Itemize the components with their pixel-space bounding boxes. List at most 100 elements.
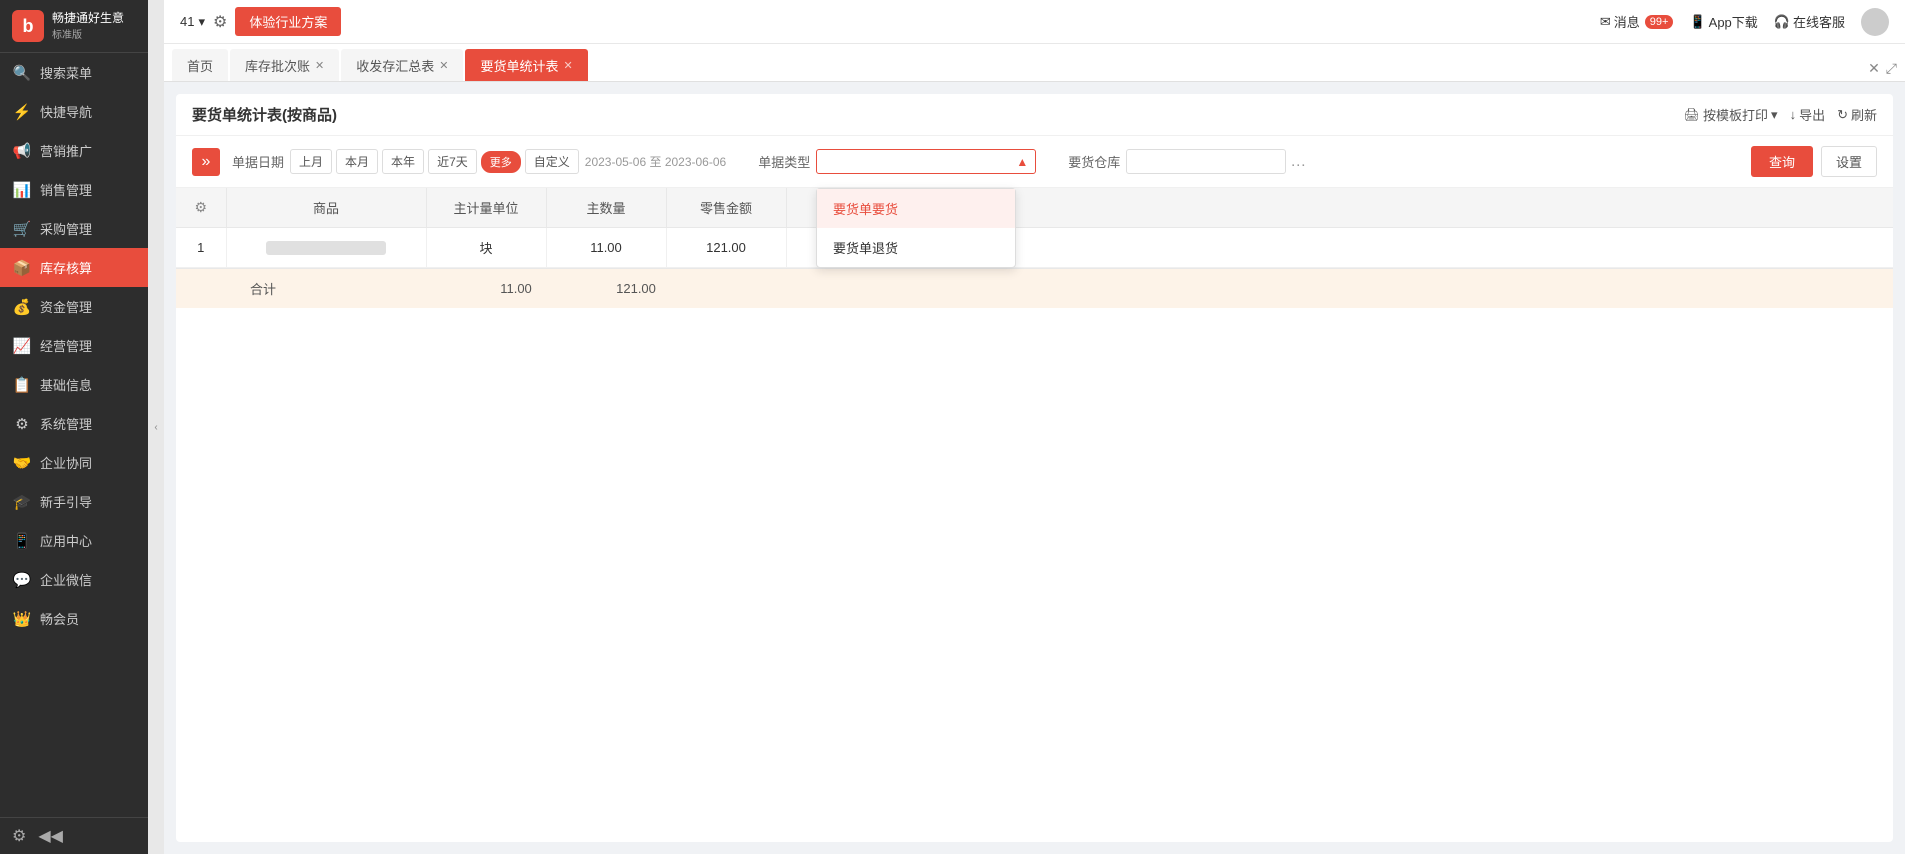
tab-expand-icon[interactable]: ⤢: [1886, 60, 1897, 77]
table-header-row: ⚙ 商品 主计量单位 主数量 零售金额: [176, 188, 1893, 228]
nav-label: 新手引导: [40, 492, 92, 511]
export-label: 导出: [1799, 105, 1825, 124]
sidebar-item-快捷导航[interactable]: ⚡快捷导航: [0, 92, 148, 131]
export-icon: ↓: [1790, 107, 1797, 122]
content-area: 要货单统计表(按商品) 🖨 按模板打印 ▾ ↓ 导出 ↻ 刷新: [164, 82, 1905, 854]
footer-total-label: 合计: [238, 279, 288, 298]
collapse-icon[interactable]: ◀◀: [38, 826, 63, 846]
sidebar-item-新手引导[interactable]: 🎓 新手引导: [0, 482, 148, 521]
sidebar-logo: b 畅捷通好生意 标准版: [0, 0, 148, 53]
this-month-button[interactable]: 本月: [336, 149, 378, 174]
nav-icon: 🤝: [12, 454, 32, 472]
filter-bar: » 单据日期 上月 本月 本年 近7天 更多 自定义 2023-05-06 至 …: [176, 136, 1893, 188]
type-dropdown-menu: 要货单要货 要货单退货: [816, 188, 1016, 268]
trial-industry-button[interactable]: 体验行业方案: [235, 7, 341, 36]
data-table: ⚙ 商品 主计量单位 主数量 零售金额 1 块: [176, 188, 1893, 268]
nav-label: 企业协同: [40, 453, 92, 472]
topbar-right: ✉ 消息 99+ 📱 App下载 🎧 在线客服: [1600, 8, 1889, 36]
refresh-button[interactable]: ↻ 刷新: [1837, 105, 1877, 124]
app-download-button[interactable]: 📱 App下载: [1689, 12, 1757, 31]
print-arrow-icon: ▾: [1771, 107, 1778, 123]
sidebar-nav: 🔍搜索菜单⚡快捷导航📢营销推广📊销售管理🛒采购管理📦库存核算💰资金管理 📈 经营管理…: [0, 53, 148, 817]
sidebar-item-营销推广[interactable]: 📢营销推广: [0, 131, 148, 170]
nav-icon: 📋: [12, 376, 32, 394]
type-filter-input[interactable]: [816, 149, 1036, 174]
last-month-button[interactable]: 上月: [290, 149, 332, 174]
this-year-button[interactable]: 本年: [382, 149, 424, 174]
tab-首页[interactable]: 首页: [172, 49, 228, 81]
sidebar-item-企业微信[interactable]: 💬企业微信: [0, 560, 148, 599]
sidebar-item-库存核算[interactable]: 📦库存核算: [0, 248, 148, 287]
type-select-wrap: ▲: [816, 149, 1036, 174]
nav-icon: 🔍: [12, 64, 32, 82]
tab-close-all-icon[interactable]: ✕: [1868, 60, 1880, 77]
sidebar-item-销售管理[interactable]: 📊销售管理: [0, 170, 148, 209]
custom-date-button[interactable]: 自定义: [525, 149, 579, 174]
phone-icon: 📱: [1689, 14, 1705, 30]
app-brand-name: 畅捷通好生意: [52, 11, 124, 27]
more-dates-button[interactable]: 更多: [481, 151, 521, 173]
topbar: 41 ▾ ⚙ 体验行业方案 ✉ 消息 99+ 📱 App下载 🎧 在线客服: [164, 0, 1905, 44]
export-button[interactable]: ↓ 导出: [1790, 105, 1826, 124]
th-amount: 零售金额: [666, 188, 786, 228]
sidebar-item-搜索菜单[interactable]: 🔍搜索菜单: [0, 53, 148, 92]
nav-icon: 💬: [12, 571, 32, 589]
date-filter-group: 单据日期 上月 本月 本年 近7天 更多 自定义 2023-05-06 至 20…: [232, 149, 726, 174]
sidebar-item-企业协同[interactable]: 🤝 企业协同: [0, 443, 148, 482]
store-selector[interactable]: 41 ▾: [180, 14, 205, 30]
tab-close-icon[interactable]: ✕: [439, 59, 448, 72]
tab-close-icon[interactable]: ✕: [564, 59, 573, 72]
filter-expand-button[interactable]: »: [192, 148, 220, 176]
online-service-button[interactable]: 🎧 在线客服: [1774, 12, 1845, 31]
sidebar-item-采购管理[interactable]: 🛒采购管理: [0, 209, 148, 248]
last-7-days-button[interactable]: 近7天: [428, 149, 477, 174]
th-unit: 主计量单位: [426, 188, 546, 228]
tab-expand-controls: ✕ ⤢: [1868, 60, 1897, 81]
tab-收发存汇总表[interactable]: 收发存汇总表 ✕: [341, 49, 463, 81]
message-button[interactable]: ✉ 消息 99+: [1600, 12, 1674, 31]
sidebar-item-经营管理[interactable]: 📈 经营管理: [0, 326, 148, 365]
nav-icon: 📦: [12, 259, 32, 277]
tab-要货单统计表[interactable]: 要货单统计表✕: [465, 49, 587, 81]
setting-button[interactable]: 设置: [1821, 146, 1877, 177]
query-button[interactable]: 查询: [1751, 146, 1813, 177]
page-header-actions: 🖨 按模板打印 ▾ ↓ 导出 ↻ 刷新: [1684, 105, 1878, 124]
nav-label: 经营管理: [40, 336, 92, 355]
online-service-label: 在线客服: [1793, 12, 1845, 31]
sidebar-item-畅会员[interactable]: 👑畅会员: [0, 599, 148, 638]
sidebar-item-系统管理[interactable]: ⚙系统管理: [0, 404, 148, 443]
print-label: 按模板打印: [1703, 105, 1768, 124]
store-number: 41: [180, 14, 194, 29]
topbar-gear-icon[interactable]: ⚙: [213, 12, 227, 32]
date-range-display: 2023-05-06 至 2023-06-06: [585, 153, 726, 170]
app-logo-icon: b: [12, 10, 44, 42]
dropdown-item-order-return[interactable]: 要货单退货: [817, 228, 1015, 267]
nav-label: 采购管理: [40, 219, 92, 238]
store-dropdown-icon[interactable]: ▾: [198, 14, 205, 30]
warehouse-more-icon[interactable]: …: [1290, 153, 1306, 171]
cell-qty: 11.00: [546, 228, 666, 268]
sidebar-collapse-handle[interactable]: ‹: [148, 0, 164, 854]
refresh-icon: ↻: [1837, 107, 1848, 123]
tab-close-icon[interactable]: ✕: [315, 59, 324, 72]
print-template-button[interactable]: 🖨 按模板打印 ▾: [1684, 105, 1778, 124]
tab-库存批次账[interactable]: 库存批次账✕: [230, 49, 339, 81]
dropdown-item-order-goods[interactable]: 要货单要货: [817, 189, 1015, 228]
nav-icon: 🎓: [12, 493, 32, 511]
type-filter-arrow-icon[interactable]: ▲: [1016, 155, 1028, 169]
nav-icon: 📈: [12, 337, 32, 355]
footer-total-qty: 11.00: [456, 281, 576, 296]
sidebar-item-基础信息[interactable]: 📋基础信息: [0, 365, 148, 404]
warehouse-filter-input[interactable]: [1126, 149, 1286, 174]
settings-icon[interactable]: ⚙: [12, 826, 26, 846]
tab-label: 收发存汇总表: [356, 56, 434, 75]
user-avatar[interactable]: [1861, 8, 1889, 36]
nav-icon: ⚡: [12, 103, 32, 121]
sidebar-item-资金管理[interactable]: 💰资金管理: [0, 287, 148, 326]
nav-icon: ⚙: [12, 415, 32, 433]
nav-icon: 📢: [12, 142, 32, 160]
message-icon: ✉: [1600, 14, 1611, 30]
sidebar-item-应用中心[interactable]: 📱应用中心: [0, 521, 148, 560]
th-gear[interactable]: ⚙: [176, 188, 226, 228]
message-badge: 99+: [1645, 15, 1674, 29]
